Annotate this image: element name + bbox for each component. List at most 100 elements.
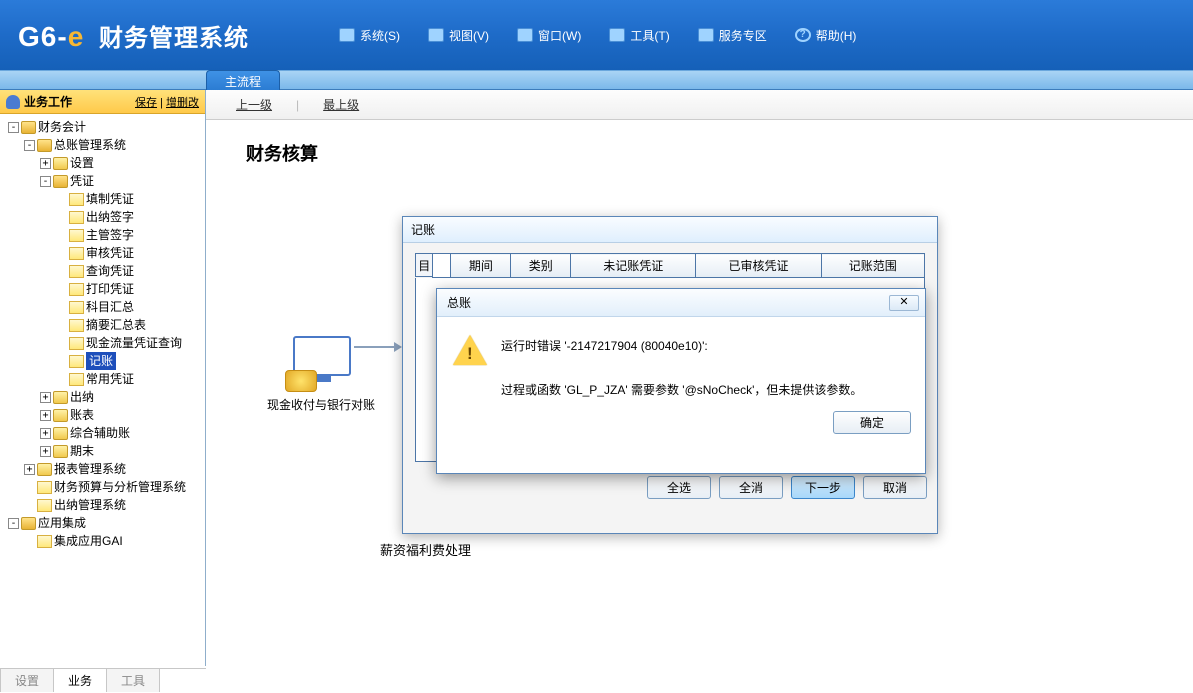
collapse-icon[interactable]: - bbox=[8, 518, 19, 529]
tree-voucher-item[interactable]: 审核凭证 bbox=[54, 244, 205, 262]
collapse-icon[interactable]: - bbox=[40, 176, 51, 187]
tree-setup[interactable]: +设置 bbox=[38, 154, 205, 172]
window-icon bbox=[517, 28, 533, 42]
tree-voucher[interactable]: -凭证 bbox=[38, 172, 205, 190]
help-icon: ? bbox=[795, 28, 811, 42]
breadcrumb: 上一级 | 最上级 bbox=[206, 90, 1193, 120]
bottom-tab-settings[interactable]: 设置 bbox=[0, 668, 54, 692]
col-checkbox[interactable] bbox=[433, 254, 451, 278]
folder-open-icon bbox=[21, 121, 36, 134]
bottom-tab-business[interactable]: 业务 bbox=[53, 668, 107, 692]
logo-e: e bbox=[68, 21, 85, 52]
sidebar-title: 业务工作 bbox=[24, 93, 72, 110]
sidebar-header: 业务工作 保存 | 增删改 bbox=[0, 90, 205, 114]
error-line1: 运行时错误 '-2147217904 (80040e10)': bbox=[501, 335, 862, 357]
flow-salary-label: 薪资福利费处理 bbox=[380, 540, 471, 559]
cancel-button[interactable]: 取消 bbox=[863, 476, 927, 499]
col-period[interactable]: 期间 bbox=[451, 254, 511, 278]
close-button[interactable]: ✕ bbox=[889, 295, 919, 311]
tree-gl-system[interactable]: -总账管理系统 bbox=[22, 136, 205, 154]
deselect-all-button[interactable]: 全消 bbox=[719, 476, 783, 499]
tree-voucher-post[interactable]: 记账 bbox=[54, 352, 205, 370]
record-dialog-title: 记账 bbox=[403, 217, 937, 243]
expand-icon[interactable]: + bbox=[40, 158, 51, 169]
flow-label: 现金收付与银行对账 bbox=[266, 396, 376, 413]
col-range[interactable]: 记账范围 bbox=[821, 254, 924, 278]
breadcrumb-top[interactable]: 最上级 bbox=[323, 96, 359, 113]
col-unposted[interactable]: 未记账凭证 bbox=[571, 254, 696, 278]
nav-tree: -财务会计 -总账管理系统 +设置 -凭证 填制凭证 出纳签字 bbox=[0, 114, 205, 666]
tree-voucher-item[interactable]: 科目汇总 bbox=[54, 298, 205, 316]
messagebox-titlebar[interactable]: 总账 ✕ bbox=[437, 289, 925, 317]
expand-icon[interactable]: + bbox=[40, 392, 51, 403]
menu-window[interactable]: 窗口(W) bbox=[517, 27, 581, 44]
col-audited[interactable]: 已审核凭证 bbox=[696, 254, 821, 278]
tree-voucher-item[interactable]: 现金流量凭证查询 bbox=[54, 334, 205, 352]
doc-icon bbox=[69, 193, 84, 206]
tree-gai[interactable]: 集成应用GAI bbox=[22, 532, 205, 550]
tree-periodend[interactable]: +期末 bbox=[38, 442, 205, 460]
doc-icon bbox=[69, 337, 84, 350]
sidebar-edit-link[interactable]: 增删改 bbox=[166, 97, 199, 109]
tree-voucher-item[interactable]: 常用凭证 bbox=[54, 370, 205, 388]
tree-voucher-item[interactable]: 查询凭证 bbox=[54, 262, 205, 280]
logo-cn: 财务管理系统 bbox=[99, 25, 249, 52]
doc-icon bbox=[69, 229, 84, 242]
next-button[interactable]: 下一步 bbox=[791, 476, 855, 499]
doc-icon bbox=[69, 319, 84, 332]
doc-icon bbox=[69, 265, 84, 278]
menu-view[interactable]: 视图(V) bbox=[428, 27, 489, 44]
doc-icon bbox=[69, 283, 84, 296]
expand-icon[interactable]: + bbox=[40, 428, 51, 439]
tab-main-flow[interactable]: 主流程 bbox=[206, 70, 280, 91]
record-table: 期间 类别 未记账凭证 已审核凭证 记账范围 bbox=[432, 253, 925, 278]
tree-aux[interactable]: +综合辅助账 bbox=[38, 424, 205, 442]
collapse-icon[interactable]: - bbox=[24, 140, 35, 151]
tree-app-integration[interactable]: -应用集成 bbox=[6, 514, 205, 532]
app-header: G6-e 财务管理系统 系统(S) 视图(V) 窗口(W) 工具(T) 服务专区… bbox=[0, 0, 1193, 70]
tree-cashier-sys[interactable]: 出纳管理系统 bbox=[22, 496, 205, 514]
tree-voucher-item[interactable]: 出纳签字 bbox=[54, 208, 205, 226]
folder-icon bbox=[53, 391, 68, 404]
tree-books[interactable]: +账表 bbox=[38, 406, 205, 424]
warning-icon bbox=[453, 335, 487, 369]
page-title: 财务核算 bbox=[246, 140, 1193, 166]
messagebox-title: 总账 bbox=[447, 294, 471, 311]
sidebar: 业务工作 保存 | 增删改 -财务会计 -总账管理系统 +设置 bbox=[0, 90, 206, 666]
menu-service[interactable]: 服务专区 bbox=[698, 27, 767, 44]
messagebox-text: 运行时错误 '-2147217904 (80040e10)': 过程或函数 'G… bbox=[501, 335, 862, 401]
doc-icon bbox=[69, 247, 84, 260]
tree-voucher-item[interactable]: 打印凭证 bbox=[54, 280, 205, 298]
tree-finance-acct[interactable]: -财务会计 bbox=[6, 118, 205, 136]
sidebar-actions: 保存 | 增删改 bbox=[135, 94, 199, 110]
collapse-icon[interactable]: - bbox=[8, 122, 19, 133]
col-type[interactable]: 类别 bbox=[511, 254, 571, 278]
folder-icon bbox=[37, 463, 52, 476]
stub-cell: 目 bbox=[415, 253, 432, 277]
tree-voucher-item[interactable]: 主管签字 bbox=[54, 226, 205, 244]
folder-icon bbox=[53, 157, 68, 170]
content-area: 上一级 | 最上级 财务核算 现金收付与银行对账 薪资福利费处理 记账 目 bbox=[206, 90, 1193, 666]
expand-icon[interactable]: + bbox=[40, 410, 51, 421]
menu-system[interactable]: 系统(S) bbox=[339, 27, 400, 44]
sidebar-save-link[interactable]: 保存 bbox=[135, 97, 157, 109]
bottom-tab-tools[interactable]: 工具 bbox=[106, 668, 160, 692]
select-all-button[interactable]: 全选 bbox=[647, 476, 711, 499]
folder-icon bbox=[53, 445, 68, 458]
folder-open-icon bbox=[21, 517, 36, 530]
breadcrumb-sep: | bbox=[296, 98, 299, 112]
expand-icon[interactable]: + bbox=[24, 464, 35, 475]
menu-help[interactable]: ?帮助(H) bbox=[795, 27, 857, 44]
expand-icon[interactable]: + bbox=[40, 446, 51, 457]
ok-button[interactable]: 确定 bbox=[833, 411, 911, 434]
tree-budget-sys[interactable]: 财务预算与分析管理系统 bbox=[22, 478, 205, 496]
doc-icon bbox=[69, 211, 84, 224]
folder-open-icon bbox=[37, 139, 52, 152]
breadcrumb-up[interactable]: 上一级 bbox=[236, 96, 272, 113]
person-icon bbox=[698, 28, 714, 42]
tree-voucher-item[interactable]: 摘要汇总表 bbox=[54, 316, 205, 334]
tree-voucher-item[interactable]: 填制凭证 bbox=[54, 190, 205, 208]
tree-cashier[interactable]: +出纳 bbox=[38, 388, 205, 406]
tree-report-sys[interactable]: +报表管理系统 bbox=[22, 460, 205, 478]
menu-tools[interactable]: 工具(T) bbox=[609, 27, 669, 44]
